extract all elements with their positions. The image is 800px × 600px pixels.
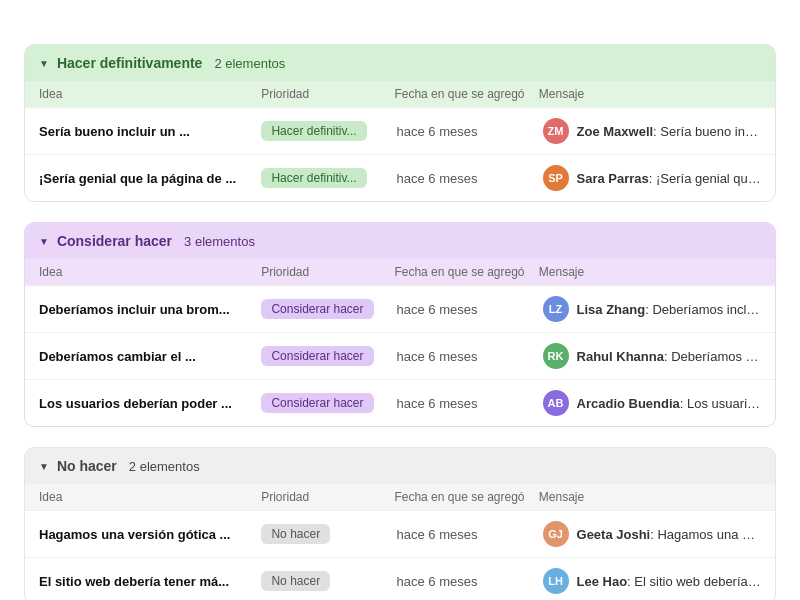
priority-cell: Hacer definitiv... xyxy=(261,168,392,188)
idea-text: Los usuarios deberían poder ... xyxy=(39,396,257,411)
column-header: Mensaje xyxy=(539,87,761,101)
column-header: Fecha en que se agregó xyxy=(394,265,538,279)
column-header: Prioridad xyxy=(261,265,394,279)
message-text: Lisa Zhang: Deberíamos incluir una ... xyxy=(577,302,761,317)
avatar: AB xyxy=(543,390,569,416)
message-text: Rahul Khanna: Deberíamos cambiar... xyxy=(577,349,761,364)
message-text: Zoe Maxwell: Sería bueno incluir un... xyxy=(577,124,761,139)
section-header-considerar-hacer[interactable]: ▼ Considerar hacer 3 elementos xyxy=(25,223,775,259)
section-label: Considerar hacer xyxy=(57,233,172,249)
table-row[interactable]: Deberíamos incluir una brom... Considerar… xyxy=(25,285,775,332)
section-no-hacer: ▼ No hacer 2 elementos IdeaPrioridadFech… xyxy=(24,447,776,600)
avatar: LH xyxy=(543,568,569,594)
column-header: Prioridad xyxy=(261,87,394,101)
chevron-icon: ▼ xyxy=(39,461,49,472)
message-cell: LZ Lisa Zhang: Deberíamos incluir una ... xyxy=(543,296,761,322)
date-added: hace 6 meses xyxy=(397,302,539,317)
section-count: 2 elementos xyxy=(214,56,285,71)
idea-text: Deberíamos cambiar el ... xyxy=(39,349,257,364)
priority-badge: Hacer definitiv... xyxy=(261,168,366,188)
priority-cell: Considerar hacer xyxy=(261,346,392,366)
idea-text: Hagamos una versión gótica ... xyxy=(39,527,257,542)
date-added: hace 6 meses xyxy=(397,574,539,589)
priority-badge: No hacer xyxy=(261,571,330,591)
table-header: IdeaPrioridadFecha en que se agregóMensa… xyxy=(25,484,775,510)
priority-badge: Considerar hacer xyxy=(261,393,373,413)
message-text: Sara Parras: ¡Sería genial que la pági..… xyxy=(577,171,761,186)
avatar: ZM xyxy=(543,118,569,144)
priority-badge: Hacer definitiv... xyxy=(261,121,366,141)
table-row[interactable]: ¡Sería genial que la página de ... Hacer … xyxy=(25,154,775,201)
section-label: No hacer xyxy=(57,458,117,474)
message-text: Arcadio Buendia: Los usuarios debe... xyxy=(577,396,761,411)
priority-badge: Considerar hacer xyxy=(261,299,373,319)
message-cell: LH Lee Hao: El sitio web debería tener ..… xyxy=(543,568,761,594)
priority-badge: Considerar hacer xyxy=(261,346,373,366)
table-row[interactable]: Deberíamos cambiar el ... Considerar hace… xyxy=(25,332,775,379)
column-header: Fecha en que se agregó xyxy=(394,490,538,504)
date-added: hace 6 meses xyxy=(397,124,539,139)
chevron-icon: ▼ xyxy=(39,58,49,69)
column-header: Fecha en que se agregó xyxy=(394,87,538,101)
table-row[interactable]: El sitio web debería tener má... No hacer… xyxy=(25,557,775,600)
avatar: LZ xyxy=(543,296,569,322)
priority-cell: Considerar hacer xyxy=(261,393,392,413)
date-added: hace 6 meses xyxy=(397,349,539,364)
column-header: Mensaje xyxy=(539,490,761,504)
section-header-no-hacer[interactable]: ▼ No hacer 2 elementos xyxy=(25,448,775,484)
idea-text: Deberíamos incluir una brom... xyxy=(39,302,257,317)
date-added: hace 6 meses xyxy=(397,396,539,411)
table-row[interactable]: Sería bueno incluir un ... Hacer definiti… xyxy=(25,107,775,154)
table-header: IdeaPrioridadFecha en que se agregóMensa… xyxy=(25,81,775,107)
message-cell: SP Sara Parras: ¡Sería genial que la pági… xyxy=(543,165,761,191)
message-cell: AB Arcadio Buendia: Los usuarios debe... xyxy=(543,390,761,416)
priority-cell: Hacer definitiv... xyxy=(261,121,392,141)
avatar: RK xyxy=(543,343,569,369)
column-header: Mensaje xyxy=(539,265,761,279)
table-row[interactable]: Los usuarios deberían poder ... Considera… xyxy=(25,379,775,426)
idea-text: ¡Sería genial que la página de ... xyxy=(39,171,257,186)
priority-cell: No hacer xyxy=(261,571,392,591)
section-header-hacer-definitivamente[interactable]: ▼ Hacer definitivamente 2 elementos xyxy=(25,45,775,81)
column-header: Idea xyxy=(39,265,261,279)
column-header: Idea xyxy=(39,490,261,504)
message-cell: ZM Zoe Maxwell: Sería bueno incluir un... xyxy=(543,118,761,144)
priority-badge: No hacer xyxy=(261,524,330,544)
chevron-icon: ▼ xyxy=(39,236,49,247)
table-header: IdeaPrioridadFecha en que se agregóMensa… xyxy=(25,259,775,285)
priority-cell: Considerar hacer xyxy=(261,299,392,319)
message-cell: GJ Geeta Joshi: Hagamos una versión g... xyxy=(543,521,761,547)
priority-cell: No hacer xyxy=(261,524,392,544)
message-text: Geeta Joshi: Hagamos una versión g... xyxy=(577,527,761,542)
section-considerar-hacer: ▼ Considerar hacer 3 elementos IdeaPrior… xyxy=(24,222,776,427)
column-header: Idea xyxy=(39,87,261,101)
section-label: Hacer definitivamente xyxy=(57,55,203,71)
section-hacer-definitivamente: ▼ Hacer definitivamente 2 elementos Idea… xyxy=(24,44,776,202)
avatar: SP xyxy=(543,165,569,191)
idea-text: El sitio web debería tener má... xyxy=(39,574,257,589)
date-added: hace 6 meses xyxy=(397,527,539,542)
avatar: GJ xyxy=(543,521,569,547)
section-count: 2 elementos xyxy=(129,459,200,474)
message-cell: RK Rahul Khanna: Deberíamos cambiar... xyxy=(543,343,761,369)
date-added: hace 6 meses xyxy=(397,171,539,186)
section-count: 3 elementos xyxy=(184,234,255,249)
column-header: Prioridad xyxy=(261,490,394,504)
idea-text: Sería bueno incluir un ... xyxy=(39,124,257,139)
table-row[interactable]: Hagamos una versión gótica ... No hacer ha… xyxy=(25,510,775,557)
message-text: Lee Hao: El sitio web debería tener ... xyxy=(577,574,761,589)
